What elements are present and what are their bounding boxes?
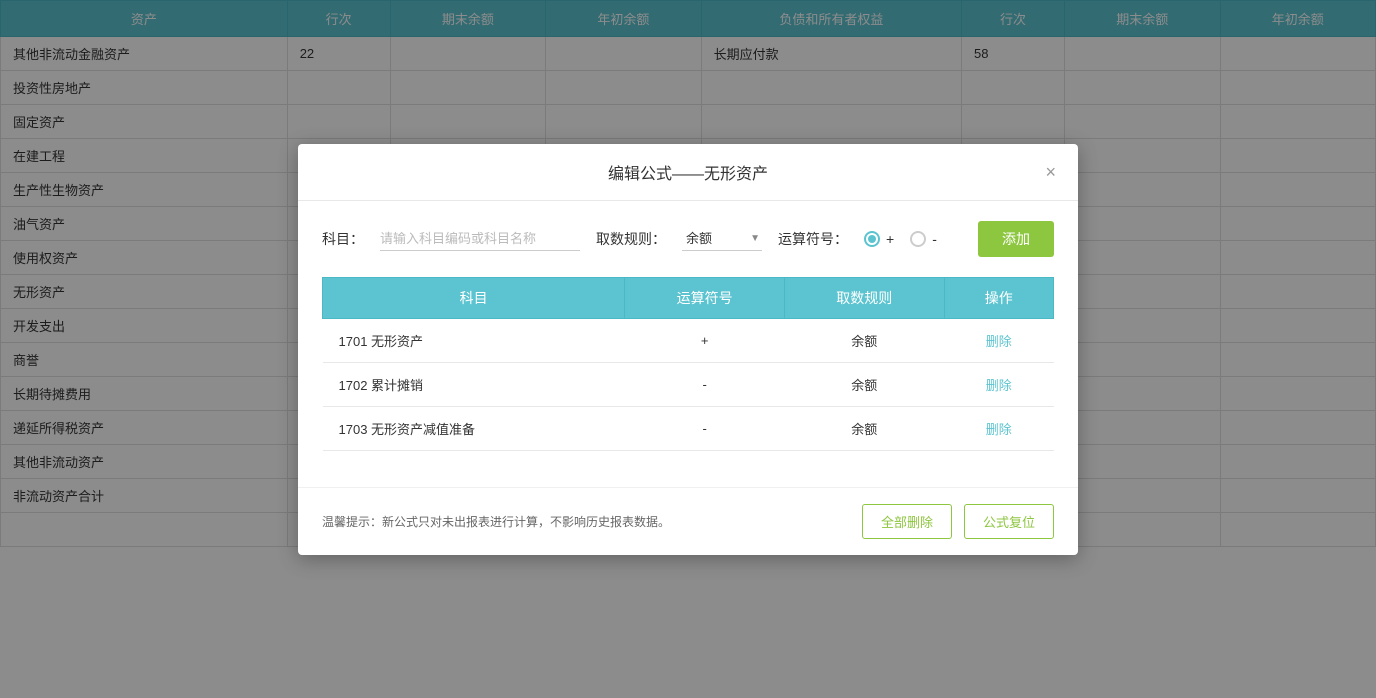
- formula-table: 科目 运算符号 取数规则 操作 1701 无形资产+余额删除1702 累计摊销-…: [322, 277, 1054, 451]
- modal-overlay: 编辑公式——无形资产 × 科目： 取数规则： 余额 借方 贷方 借方发生额 贷方…: [0, 0, 1376, 698]
- col-action: 操作: [944, 277, 1053, 318]
- formula-rule: 余额: [784, 406, 944, 450]
- subject-input[interactable]: [380, 227, 580, 251]
- modal-footer: 温馨提示：新公式只对未出报表进行计算，不影响历史报表数据。 全部删除 公式复位: [298, 487, 1078, 555]
- radio-plus-label: +: [886, 231, 894, 247]
- radio-minus-circle: [910, 231, 926, 247]
- radio-minus-label: -: [932, 231, 937, 247]
- operator-radio-group: + -: [864, 231, 937, 247]
- radio-plus-circle: [864, 231, 880, 247]
- formula-operator: -: [625, 406, 785, 450]
- footer-tip: 温馨提示：新公式只对未出报表进行计算，不影响历史报表数据。: [322, 513, 670, 530]
- subject-label: 科目：: [322, 229, 364, 249]
- rule-label: 取数规则：: [596, 229, 666, 249]
- col-subject: 科目: [323, 277, 625, 318]
- col-operator: 运算符号: [625, 277, 785, 318]
- modal-header: 编辑公式——无形资产 ×: [298, 144, 1078, 201]
- formula-operator: +: [625, 318, 785, 362]
- delete-row-button[interactable]: 删除: [986, 419, 1012, 438]
- rule-select-wrap: 余额 借方 贷方 借方发生额 贷方发生额 ▼: [682, 227, 762, 251]
- delete-all-button[interactable]: 全部删除: [862, 504, 952, 539]
- modal-title: 编辑公式——无形资产: [608, 160, 768, 184]
- formula-subject: 1701 无形资产: [323, 318, 625, 362]
- rule-select[interactable]: 余额 借方 贷方 借方发生额 贷方发生额: [682, 227, 762, 251]
- reset-button[interactable]: 公式复位: [964, 504, 1054, 539]
- modal-dialog: 编辑公式——无形资产 × 科目： 取数规则： 余额 借方 贷方 借方发生额 贷方…: [298, 144, 1078, 555]
- footer-buttons: 全部删除 公式复位: [862, 504, 1054, 539]
- formula-action: 删除: [944, 406, 1053, 450]
- add-button[interactable]: 添加: [978, 221, 1054, 257]
- col-rule: 取数规则: [784, 277, 944, 318]
- formula-subject: 1703 无形资产减值准备: [323, 406, 625, 450]
- formula-row: 1701 无形资产+余额 删除: [323, 318, 1054, 362]
- formula-row: 1702 累计摊销-余额 删除: [323, 362, 1054, 406]
- formula-rule: 余额: [784, 362, 944, 406]
- formula-subject: 1702 累计摊销: [323, 362, 625, 406]
- delete-row-button[interactable]: 删除: [986, 375, 1012, 394]
- formula-action: 删除: [944, 362, 1053, 406]
- formula-form-row: 科目： 取数规则： 余额 借方 贷方 借方发生额 贷方发生额 ▼ 运算符号：: [322, 221, 1054, 257]
- formula-row: 1703 无形资产减值准备-余额 删除: [323, 406, 1054, 450]
- radio-plus-item[interactable]: +: [864, 231, 894, 247]
- modal-body: 科目： 取数规则： 余额 借方 贷方 借方发生额 贷方发生额 ▼ 运算符号：: [298, 201, 1078, 487]
- formula-action: 删除: [944, 318, 1053, 362]
- operator-label: 运算符号：: [778, 229, 848, 249]
- delete-row-button[interactable]: 删除: [986, 331, 1012, 350]
- formula-operator: -: [625, 362, 785, 406]
- modal-close-button[interactable]: ×: [1039, 159, 1062, 185]
- radio-minus-item[interactable]: -: [910, 231, 937, 247]
- formula-rule: 余额: [784, 318, 944, 362]
